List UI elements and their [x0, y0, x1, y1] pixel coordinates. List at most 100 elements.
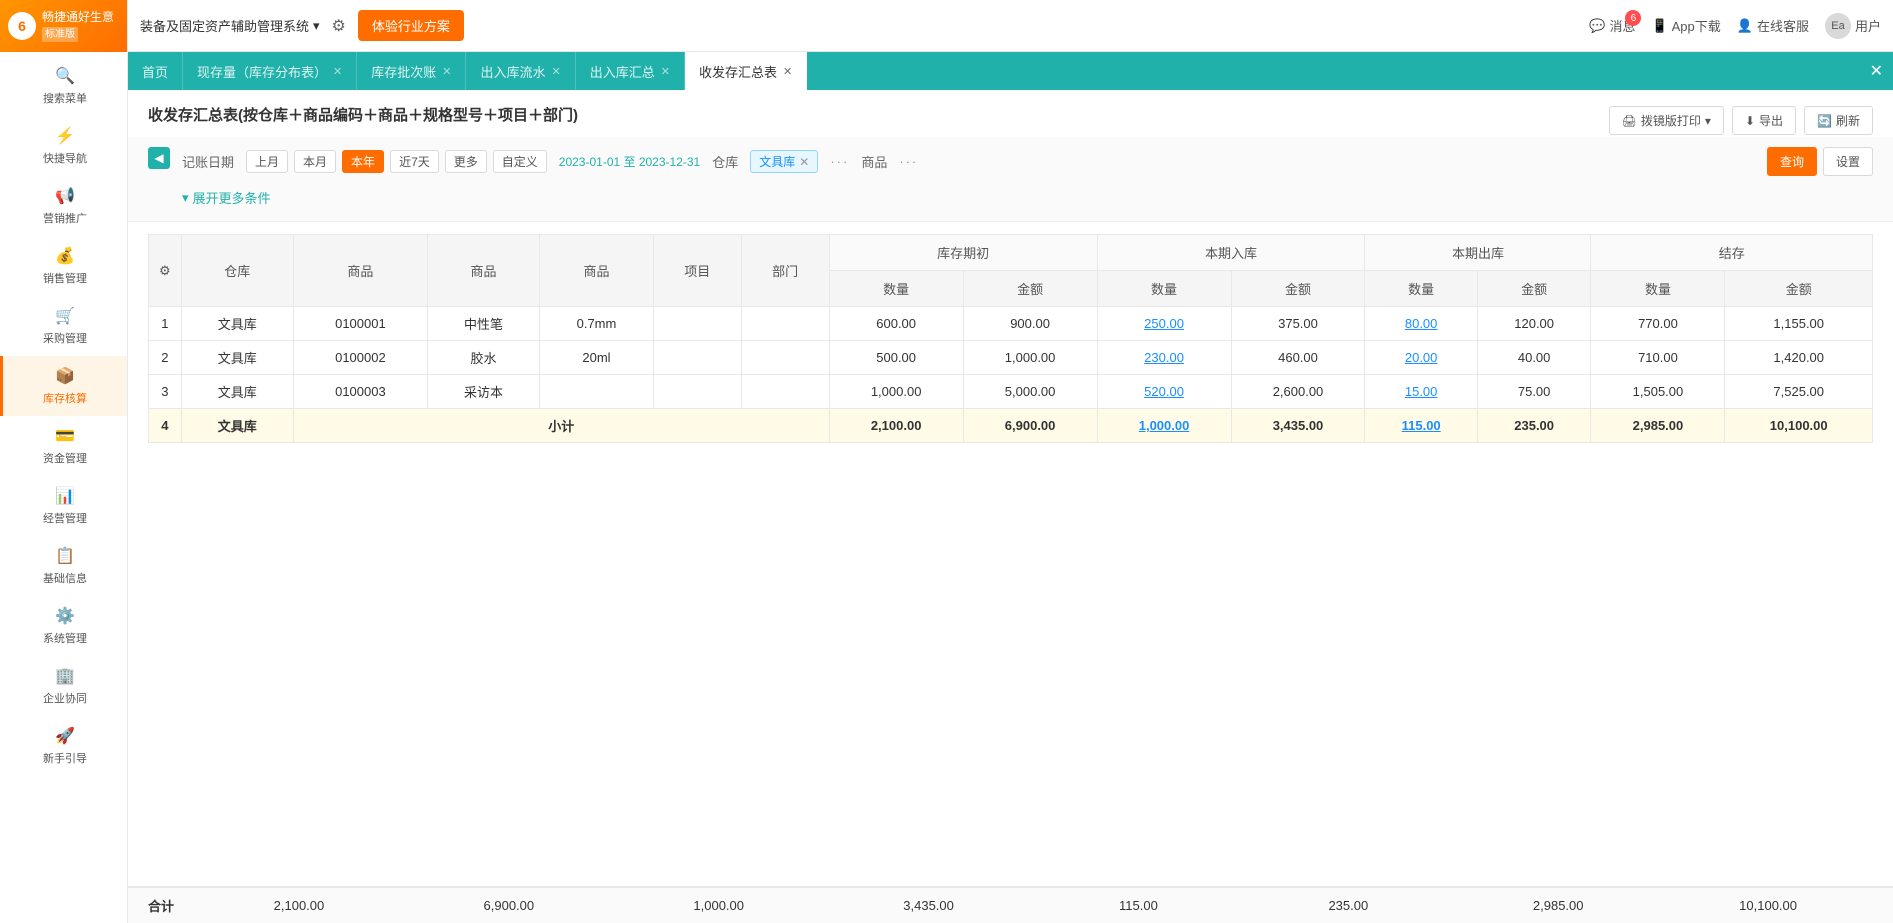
date-btn-本月[interactable]: 本月	[294, 150, 336, 173]
tab-home[interactable]: 首页	[128, 52, 183, 90]
col-goods-code-header: 商品	[293, 235, 427, 307]
purchase-label: 采购管理	[43, 330, 87, 346]
enterprise-label: 企业协同	[43, 690, 87, 706]
tab-recv-send-summary[interactable]: 收发存汇总表✕	[685, 52, 807, 90]
subtotal-label: 小计	[293, 409, 829, 443]
filter-collapse-button[interactable]: ◀	[148, 147, 170, 169]
query-button[interactable]: 查询	[1767, 147, 1817, 176]
warehouse-more[interactable]: ···	[830, 154, 849, 169]
col-in-amt-header: 金额	[1231, 271, 1365, 307]
row-in-qty[interactable]: 250.00	[1097, 307, 1231, 341]
print-button[interactable]: 🖨 拨镜版打印 ▾	[1609, 106, 1724, 135]
row-in-amt: 2,600.00	[1231, 375, 1365, 409]
col-bal-amt-header: 金额	[1725, 271, 1873, 307]
tab-close-batch-ledger[interactable]: ✕	[442, 65, 451, 78]
subtotal-out-amt: 235.00	[1477, 409, 1591, 443]
sidebar-item-finance[interactable]: 💳 资金管理	[0, 416, 127, 476]
sidebar-item-base-info[interactable]: 📋 基础信息	[0, 536, 127, 596]
footer-open-qty: 2,100.00	[194, 898, 404, 913]
subtotal-in-qty[interactable]: 1,000.00	[1097, 409, 1231, 443]
settings-button[interactable]: 设置	[1823, 147, 1873, 176]
sidebar-item-guide[interactable]: 🚀 新手引导	[0, 716, 127, 776]
close-all-tabs-button[interactable]: ✕	[1860, 61, 1893, 81]
content-area: 收发存汇总表(按仓库＋商品编码＋商品＋规格型号＋项目＋部门) 🖨 拨镜版打印 ▾…	[128, 90, 1893, 886]
footer-bal-amt: 10,100.00	[1663, 898, 1873, 913]
online-service-button[interactable]: 👤 在线客服	[1737, 16, 1809, 35]
operations-icon: 📊	[55, 486, 75, 506]
date-btn-本年[interactable]: 本年	[342, 150, 384, 173]
expand-conditions-button[interactable]: ▾ 展开更多条件	[182, 184, 1873, 211]
search-label: 搜索菜单	[43, 90, 87, 106]
row-in-qty[interactable]: 230.00	[1097, 341, 1231, 375]
topbar-system-title: 装备及固定资产辅助管理系统 ▾	[140, 16, 320, 35]
col-balance-header: 结存	[1591, 235, 1873, 271]
date-btn-自定义[interactable]: 自定义	[493, 150, 547, 173]
tab-label-home: 首页	[142, 62, 168, 81]
sidebar-item-sales[interactable]: 💰 销售管理	[0, 236, 127, 296]
app-download-button[interactable]: 📱 App下载	[1651, 16, 1720, 35]
table-settings-icon[interactable]: ⚙	[159, 263, 171, 278]
row-bal-amt: 7,525.00	[1725, 375, 1873, 409]
footer-in-amt: 3,435.00	[824, 898, 1034, 913]
row-warehouse: 文具库	[181, 307, 293, 341]
col-goods-name-header: 商品	[427, 235, 539, 307]
sidebar-item-enterprise[interactable]: 🏢 企业协同	[0, 656, 127, 716]
tab-close-in-out-flow[interactable]: ✕	[552, 65, 561, 78]
row-out-qty[interactable]: 20.00	[1365, 341, 1477, 375]
inventory-label: 库存核算	[43, 390, 87, 406]
row-out-amt: 120.00	[1477, 307, 1591, 341]
tab-label-in-out-flow: 出入库流水	[480, 62, 545, 81]
message-button[interactable]: 💬 消息 6	[1589, 16, 1635, 35]
row-in-qty[interactable]: 520.00	[1097, 375, 1231, 409]
date-btn-近7天[interactable]: 近7天	[390, 150, 439, 173]
sidebar-item-marketing[interactable]: 📢 营销推广	[0, 176, 127, 236]
subtotal-bal-amt: 10,100.00	[1725, 409, 1873, 443]
guide-label: 新手引导	[43, 750, 87, 766]
tab-label-batch-ledger: 库存批次账	[371, 62, 436, 81]
row-in-amt: 375.00	[1231, 307, 1365, 341]
logo-icon: 6	[8, 12, 36, 40]
goods-more[interactable]: ···	[899, 154, 918, 169]
topbar: 装备及固定资产辅助管理系统 ▾ ⚙ 体验行业方案 💬 消息 6 📱 App下载 …	[128, 0, 1893, 52]
tab-close-stock-dist[interactable]: ✕	[333, 65, 342, 78]
sidebar-item-quick-nav[interactable]: ⚡ 快捷导航	[0, 116, 127, 176]
warehouse-tag-close[interactable]: ✕	[799, 155, 809, 169]
warehouse-tag[interactable]: 文具库 ✕	[750, 150, 818, 173]
user-menu[interactable]: Ea 用户	[1825, 13, 1881, 39]
tab-close-recv-send-summary[interactable]: ✕	[783, 65, 792, 78]
footer-bal-qty: 2,985.00	[1453, 898, 1663, 913]
tab-batch-ledger[interactable]: 库存批次账 ✕	[357, 52, 466, 90]
warehouse-label: 仓库	[712, 152, 738, 171]
date-btn-更多[interactable]: 更多	[445, 150, 487, 173]
tab-in-out-summary[interactable]: 出入库汇总✕	[576, 52, 685, 90]
system-title-dropdown[interactable]: 装备及固定资产辅助管理系统 ▾	[140, 16, 320, 35]
export-button[interactable]: ⬇ 导出	[1732, 106, 1796, 135]
date-btn-上月[interactable]: 上月	[246, 150, 288, 173]
data-table: ⚙ 仓库 商品 商品 商品 项目 部门 库存期初 本期入库 本期出库 结存 数量	[148, 234, 1873, 443]
sidebar-item-operations[interactable]: 📊 经营管理	[0, 476, 127, 536]
tab-stock-dist[interactable]: 现存量（库存分布表）✕	[183, 52, 357, 90]
trial-button[interactable]: 体验行业方案	[358, 10, 464, 41]
tab-in-out-flow[interactable]: 出入库流水 ✕	[466, 52, 575, 90]
row-out-amt: 75.00	[1477, 375, 1591, 409]
base-info-icon: 📋	[55, 546, 75, 566]
row-out-amt: 40.00	[1477, 341, 1591, 375]
settings-icon[interactable]: ⚙	[332, 16, 346, 36]
purchase-icon: 🛒	[55, 306, 75, 326]
col-bal-qty-header: 数量	[1591, 271, 1725, 307]
finance-label: 资金管理	[43, 450, 87, 466]
sidebar-item-search[interactable]: 🔍 搜索菜单	[0, 56, 127, 116]
row-out-qty[interactable]: 15.00	[1365, 375, 1477, 409]
enterprise-icon: 🏢	[55, 666, 75, 686]
col-in-header: 本期入库	[1097, 235, 1365, 271]
subtotal-out-qty[interactable]: 115.00	[1365, 409, 1477, 443]
sidebar-item-system[interactable]: ⚙️ 系统管理	[0, 596, 127, 656]
col-warehouse-header: 仓库	[181, 235, 293, 307]
sidebar-item-purchase[interactable]: 🛒 采购管理	[0, 296, 127, 356]
row-out-qty[interactable]: 80.00	[1365, 307, 1477, 341]
sidebar-item-inventory[interactable]: 📦 库存核算	[0, 356, 127, 416]
refresh-button[interactable]: 🔄 刷新	[1804, 106, 1873, 135]
tab-close-in-out-summary[interactable]: ✕	[661, 65, 670, 78]
row-department	[741, 341, 829, 375]
col-settings-header[interactable]: ⚙	[149, 235, 182, 307]
